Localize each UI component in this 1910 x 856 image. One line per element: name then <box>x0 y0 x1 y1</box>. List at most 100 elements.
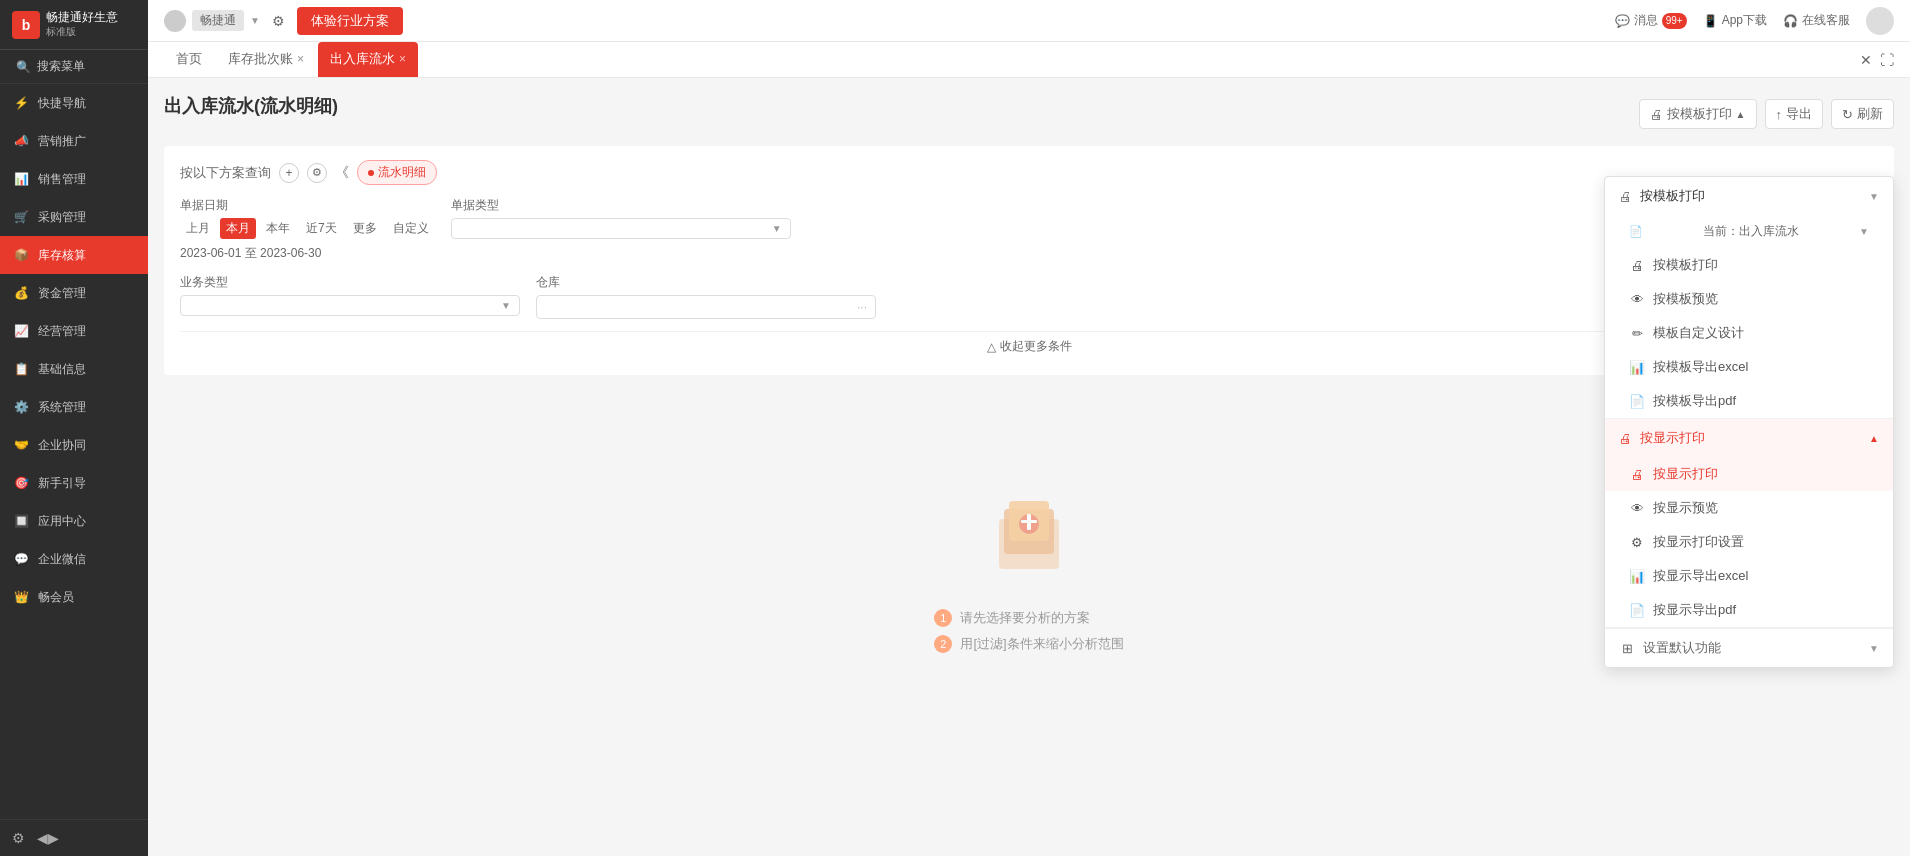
nav-label-purchase: 采购管理 <box>38 209 136 226</box>
tab-close-all-button[interactable]: ✕ <box>1860 52 1872 68</box>
dropdown-item-display-print[interactable]: 🖨 按显示打印 <box>1605 457 1893 491</box>
app-download-icon: 📱 <box>1703 14 1718 28</box>
print-template-button[interactable]: 🖨 按模板打印 ▲ <box>1639 99 1757 129</box>
current-label-text: 当前：出入库流水 <box>1703 223 1799 240</box>
filter-settings-button[interactable]: ⚙ <box>307 163 327 183</box>
message-action[interactable]: 💬 消息 99+ <box>1615 12 1687 29</box>
trial-button[interactable]: 体验行业方案 <box>297 7 403 35</box>
dropdown-item-template-custom[interactable]: ✏ 模板自定义设计 <box>1605 316 1893 350</box>
sidebar-item-marketing[interactable]: 📣 营销推广 <box>0 122 148 160</box>
sidebar-item-appstore[interactable]: 🔲 应用中心 <box>0 502 148 540</box>
message-badge: 99+ <box>1662 13 1687 29</box>
sidebar-item-wechat[interactable]: 💬 企业微信 <box>0 540 148 578</box>
filter-add-button[interactable]: + <box>279 163 299 183</box>
basic-icon: 📋 <box>12 360 30 378</box>
dropdown-item-template-excel[interactable]: 📊 按模板导出excel <box>1605 350 1893 384</box>
dropdown-template-header[interactable]: 🖨 按模板打印 ▼ <box>1605 177 1893 215</box>
dropdown-item-template-preview[interactable]: 👁 按模板预览 <box>1605 282 1893 316</box>
user-avatar-top[interactable] <box>1866 7 1894 35</box>
nav-label-guide: 新手引导 <box>38 475 136 492</box>
sidebar-item-operations[interactable]: 📈 经营管理 <box>0 312 148 350</box>
sidebar-nav: ⚡ 快捷导航 📣 营销推广 📊 销售管理 🛒 采购管理 📦 库存核算 💰 资金管… <box>0 84 148 819</box>
nav-label-system: 系统管理 <box>38 399 136 416</box>
user-dropdown-icon[interactable]: ▼ <box>250 15 260 26</box>
nav-label-appstore: 应用中心 <box>38 513 136 530</box>
sidebar-item-shortcut[interactable]: ⚡ 快捷导航 <box>0 84 148 122</box>
sidebar-item-sales[interactable]: 📊 销售管理 <box>0 160 148 198</box>
sidebar-item-collab[interactable]: 🤝 企业协同 <box>0 426 148 464</box>
top-right-actions: 🖨 按模板打印 ▲ ↑ 导出 ↻ 刷新 <box>1639 99 1894 129</box>
date-range: 2023-06-01 至 2023-06-30 <box>180 245 435 262</box>
tab-batch-close[interactable]: × <box>297 52 304 66</box>
dropdown-item-display-pdf[interactable]: 📄 按显示导出pdf <box>1605 593 1893 627</box>
sidebar-item-inventory[interactable]: 📦 库存核算 <box>0 236 148 274</box>
filter-collapse-icon[interactable]: 《 <box>335 164 349 182</box>
export-button[interactable]: ↑ 导出 <box>1765 99 1824 129</box>
set-default-label: 设置默认功能 <box>1643 639 1721 657</box>
sidebar-item-purchase[interactable]: 🛒 采购管理 <box>0 198 148 236</box>
logo-name: 畅捷通好生意 <box>46 10 118 26</box>
template-preview-icon: 👁 <box>1629 291 1645 307</box>
export-label: 导出 <box>1786 105 1812 123</box>
display-pdf-label: 按显示导出pdf <box>1653 601 1736 619</box>
current-arrow: ▼ <box>1859 226 1869 237</box>
customer-service-action[interactable]: 🎧 在线客服 <box>1783 12 1850 29</box>
dropdown-panel: 🖨 按模板打印 ▼ 📄 当前：出入库流水 ▼ 🖨 按模板打印 👁 按模板预览 <box>1604 176 1894 668</box>
sidebar-item-guide[interactable]: 🎯 新手引导 <box>0 464 148 502</box>
template-section-arrow: ▼ <box>1869 191 1879 202</box>
footer-settings-icon[interactable]: ⚙ <box>12 830 25 846</box>
tab-expand-button[interactable]: ⛶ <box>1880 52 1894 68</box>
date-tab-custom[interactable]: 自定义 <box>387 218 435 239</box>
main-area: 畅捷通 ▼ ⚙ 体验行业方案 💬 消息 99+ 📱 App下载 🎧 在线客服 <box>148 0 1910 856</box>
filter-type-select[interactable]: ▼ <box>451 218 791 239</box>
dropdown-item-display-excel[interactable]: 📊 按显示导出excel <box>1605 559 1893 593</box>
dropdown-item-template-print[interactable]: 🖨 按模板打印 <box>1605 248 1893 282</box>
filter-biz-select[interactable]: ▼ <box>180 295 520 316</box>
content-header: 出入库流水(流水明细) 🖨 按模板打印 ▲ ↑ 导出 ↻ 刷新 <box>164 94 1894 134</box>
tab-home[interactable]: 首页 <box>164 42 214 77</box>
sidebar-item-finance[interactable]: 💰 资金管理 <box>0 274 148 312</box>
dropdown-item-display-settings[interactable]: ⚙ 按显示打印设置 <box>1605 525 1893 559</box>
template-print-section-icon: 🖨 <box>1619 189 1632 204</box>
sidebar-search[interactable]: 🔍 搜索菜单 <box>0 50 148 84</box>
app-download-action[interactable]: 📱 App下载 <box>1703 12 1767 29</box>
filter-date-control: 上月 本月 本年 近7天 更多 自定义 <box>180 218 435 239</box>
nav-label-basic: 基础信息 <box>38 361 136 378</box>
tab-flow[interactable]: 出入库流水 × <box>318 42 418 77</box>
dropdown-item-set-default[interactable]: ⊞ 设置默认功能 ▼ <box>1605 628 1893 667</box>
print-icon: 🖨 <box>1650 107 1663 122</box>
date-tab-7days[interactable]: 近7天 <box>300 218 343 239</box>
dropdown-item-template-pdf[interactable]: 📄 按模板导出pdf <box>1605 384 1893 418</box>
tab-batch[interactable]: 库存批次账 × <box>216 42 316 77</box>
sidebar-item-system[interactable]: ⚙️ 系统管理 <box>0 388 148 426</box>
filter-warehouse-select[interactable]: ··· <box>536 295 876 319</box>
template-custom-icon: ✏ <box>1629 325 1645 341</box>
date-tab-more[interactable]: 更多 <box>347 218 383 239</box>
svg-rect-5 <box>1027 514 1031 530</box>
nav-label-marketing: 营销推广 <box>38 133 136 150</box>
dropdown-item-display-preview[interactable]: 👁 按显示预览 <box>1605 491 1893 525</box>
tab-flow-label: 出入库流水 <box>330 50 395 68</box>
sidebar-item-member[interactable]: 👑 畅会员 <box>0 578 148 616</box>
date-tab-this-month[interactable]: 本月 <box>220 218 256 239</box>
template-print-icon: 🖨 <box>1629 257 1645 273</box>
app-download-label: App下载 <box>1722 12 1767 29</box>
display-print-section-label: 按显示打印 <box>1640 429 1705 447</box>
collab-icon: 🤝 <box>12 436 30 454</box>
sidebar-item-basic[interactable]: 📋 基础信息 <box>0 350 148 388</box>
marketing-icon: 📣 <box>12 132 30 150</box>
tab-flow-close[interactable]: × <box>399 52 406 66</box>
footer-collapse-icon[interactable]: ◀▶ <box>37 830 59 846</box>
topbar-gear-icon[interactable]: ⚙ <box>272 13 285 29</box>
topbar-actions: 💬 消息 99+ 📱 App下载 🎧 在线客服 <box>1615 7 1894 35</box>
display-settings-icon: ⚙ <box>1629 534 1645 550</box>
sales-icon: 📊 <box>12 170 30 188</box>
nav-label-member: 畅会员 <box>38 589 136 606</box>
display-pdf-icon: 📄 <box>1629 602 1645 618</box>
refresh-button[interactable]: ↻ 刷新 <box>1831 99 1894 129</box>
tab-batch-label: 库存批次账 <box>228 50 293 68</box>
dropdown-display-header[interactable]: 🖨 按显示打印 ▲ <box>1605 419 1893 457</box>
date-tab-this-year[interactable]: 本年 <box>260 218 296 239</box>
date-tab-last-month[interactable]: 上月 <box>180 218 216 239</box>
nav-label-shortcut: 快捷导航 <box>38 95 136 112</box>
